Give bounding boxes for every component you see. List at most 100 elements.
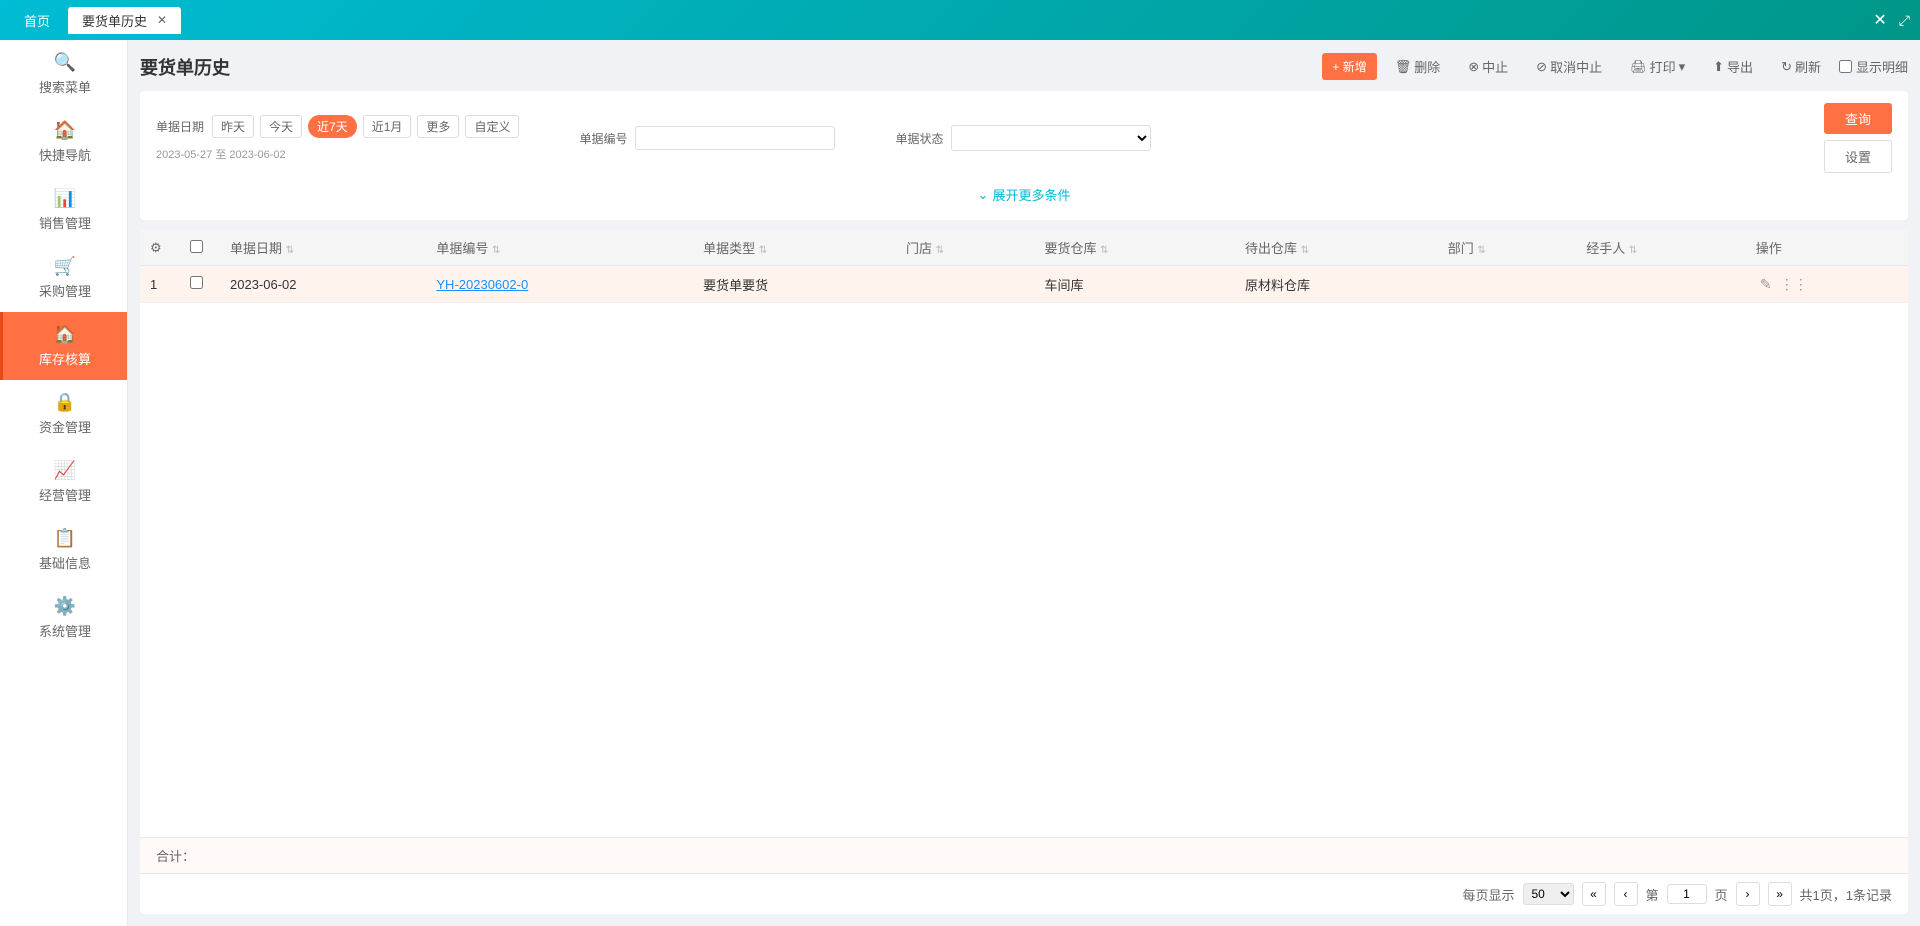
sidebar-item-shortcut[interactable]: 🏠 快捷导航 <box>0 108 127 176</box>
sidebar: 🔍 搜索菜单 🏠 快捷导航 📊 销售管理 🛒 采购管理 🏠 库存核算 🔒 资金管… <box>0 40 128 926</box>
tab-home[interactable]: 首页 <box>10 7 64 34</box>
sidebar-item-inventory[interactable]: 🏠 库存核算 <box>0 312 127 380</box>
date-btn-today[interactable]: 今天 <box>260 115 302 138</box>
sidebar-item-basic[interactable]: 📋 基础信息 <box>0 516 127 584</box>
delete-button[interactable]: 🗑 删除 <box>1385 52 1451 81</box>
tab-list: 首页 要货单历史 ✕ <box>10 7 1873 34</box>
page-title: 要货单历史 <box>140 54 230 80</box>
date-btn-1month[interactable]: 近1月 <box>363 115 412 138</box>
window-close-icon[interactable]: ✕ <box>1873 10 1886 30</box>
inventory-icon: 🏠 <box>54 324 76 345</box>
export-icon: ⬆ <box>1713 59 1724 75</box>
bill-no-input[interactable] <box>635 126 835 150</box>
th-handler[interactable]: 经手人 ⇅ <box>1576 230 1745 266</box>
expand-more-btn[interactable]: ⌄ 展开更多条件 <box>156 181 1892 208</box>
sort-pending-warehouse-icon: ⇅ <box>1301 245 1309 256</box>
td-check <box>180 266 220 303</box>
last-page-button[interactable]: » <box>1768 882 1792 906</box>
page-header: 要货单历史 + 新增 🗑 删除 ⊗ 中止 ⊘ 取消中止 🖨 打印 <box>140 52 1908 81</box>
th-store[interactable]: 门店 ⇅ <box>896 230 1034 266</box>
th-action: 操作 <box>1746 230 1908 266</box>
lock-icon: 🔒 <box>54 392 76 413</box>
sort-bill-no-icon: ⇅ <box>492 245 500 256</box>
sidebar-item-operation[interactable]: 📈 经营管理 <box>0 448 127 516</box>
bill-no-link[interactable]: YH-20230602-0 <box>436 277 528 292</box>
filter-row-1: 单据日期 昨天 今天 近7天 近1月 更多 自定义 2023-05-27 至 2… <box>156 103 1892 173</box>
sidebar-item-system[interactable]: ⚙️ 系统管理 <box>0 584 127 652</box>
refresh-icon: ↻ <box>1781 59 1792 75</box>
td-handler <box>1576 266 1745 303</box>
stop-button[interactable]: ⊗ 中止 <box>1458 52 1518 81</box>
td-req-warehouse: 车间库 <box>1034 266 1235 303</box>
td-num: 1 <box>140 266 180 303</box>
th-date[interactable]: 单据日期 ⇅ <box>220 230 426 266</box>
main-layout: 🔍 搜索菜单 🏠 快捷导航 📊 销售管理 🛒 采购管理 🏠 库存核算 🔒 资金管… <box>0 40 1920 926</box>
sort-date-icon: ⇅ <box>286 245 294 256</box>
date-btn-more[interactable]: 更多 <box>417 115 459 138</box>
th-dept[interactable]: 部门 ⇅ <box>1438 230 1576 266</box>
prev-page-button[interactable]: ‹ <box>1614 882 1638 906</box>
top-bar: 首页 要货单历史 ✕ ✕ ⤢ <box>0 0 1920 40</box>
delete-icon: 🗑 <box>1395 59 1412 75</box>
search-icon: 🔍 <box>54 52 76 73</box>
new-button[interactable]: + 新增 <box>1322 53 1376 80</box>
table-container: ⚙ 单据日期 ⇅ 单据编号 ⇅ <box>140 230 1908 914</box>
th-settings[interactable]: ⚙ <box>140 230 180 266</box>
home-icon: 🏠 <box>54 120 76 141</box>
date-btn-7days[interactable]: 近7天 <box>308 115 357 138</box>
action-icons: ✎ ⋮⋮ <box>1756 274 1898 294</box>
document-icon: 📋 <box>54 528 76 549</box>
search-button[interactable]: 查询 <box>1824 103 1892 134</box>
date-filter-label: 单据日期 <box>156 118 204 135</box>
print-dropdown-icon: ▾ <box>1679 59 1686 75</box>
table-row[interactable]: 1 2023-06-02 YH-20230602-0 要货单要货 车间库 <box>140 266 1908 303</box>
page-size-select[interactable]: 50 100 <box>1523 883 1574 905</box>
trend-icon: 📈 <box>54 460 76 481</box>
data-table: ⚙ 单据日期 ⇅ 单据编号 ⇅ <box>140 230 1908 303</box>
td-dept <box>1438 266 1576 303</box>
display-detail-checkbox[interactable] <box>1839 60 1852 73</box>
sort-req-warehouse-icon: ⇅ <box>1100 245 1108 256</box>
tab-active[interactable]: 要货单历史 ✕ <box>68 7 181 34</box>
sidebar-item-purchase[interactable]: 🛒 采购管理 <box>0 244 127 312</box>
export-button[interactable]: ⬆ 导出 <box>1703 52 1763 81</box>
date-btn-yesterday[interactable]: 昨天 <box>212 115 254 138</box>
window-maximize-icon[interactable]: ⤢ <box>1899 12 1910 29</box>
th-bill-type[interactable]: 单据类型 ⇅ <box>693 230 896 266</box>
chevron-down-icon: ⌄ <box>978 187 989 203</box>
settings-button[interactable]: 设置 <box>1824 140 1892 173</box>
td-date: 2023-06-02 <box>220 266 426 303</box>
gear-icon: ⚙️ <box>54 596 76 617</box>
next-page-button[interactable]: › <box>1736 882 1760 906</box>
sidebar-item-sales[interactable]: 📊 销售管理 <box>0 176 127 244</box>
td-store <box>896 266 1034 303</box>
bill-status-select[interactable] <box>951 125 1151 151</box>
th-req-warehouse[interactable]: 要货仓库 ⇅ <box>1034 230 1235 266</box>
cancel-stop-button[interactable]: ⊘ 取消中止 <box>1526 52 1612 81</box>
sidebar-item-finance[interactable]: 🔒 资金管理 <box>0 380 127 448</box>
th-pending-warehouse[interactable]: 待出仓库 ⇅ <box>1235 230 1438 266</box>
tab-close-icon[interactable]: ✕ <box>157 13 167 27</box>
sort-dept-icon: ⇅ <box>1477 245 1485 256</box>
display-detail-toggle[interactable]: 显示明细 <box>1839 57 1908 76</box>
cancel-stop-icon: ⊘ <box>1536 59 1547 75</box>
select-all-checkbox[interactable] <box>190 240 203 253</box>
th-bill-no[interactable]: 单据编号 ⇅ <box>426 230 693 266</box>
date-btn-custom[interactable]: 自定义 <box>465 115 519 138</box>
td-action: ✎ ⋮⋮ <box>1746 266 1908 303</box>
refresh-button[interactable]: ↻ 刷新 <box>1771 52 1831 81</box>
row-checkbox[interactable] <box>190 276 203 289</box>
table-footer: 合计： <box>140 837 1908 873</box>
stop-icon: ⊗ <box>1468 59 1479 75</box>
cart-icon: 🛒 <box>54 256 76 277</box>
print-button[interactable]: 🖨 打印 ▾ <box>1620 52 1695 81</box>
detail-action-icon[interactable]: ⋮⋮ <box>1784 274 1804 294</box>
first-page-button[interactable]: « <box>1582 882 1606 906</box>
bill-status-label: 单据状态 <box>895 130 943 147</box>
sort-bill-type-icon: ⇅ <box>759 245 767 256</box>
page-number-input[interactable]: 1 <box>1667 884 1707 904</box>
sidebar-item-search[interactable]: 🔍 搜索菜单 <box>0 40 127 108</box>
edit-action-icon[interactable]: ✎ <box>1756 274 1776 294</box>
td-bill-type: 要货单要货 <box>693 266 896 303</box>
top-bar-right: ✕ ⤢ <box>1873 10 1910 30</box>
